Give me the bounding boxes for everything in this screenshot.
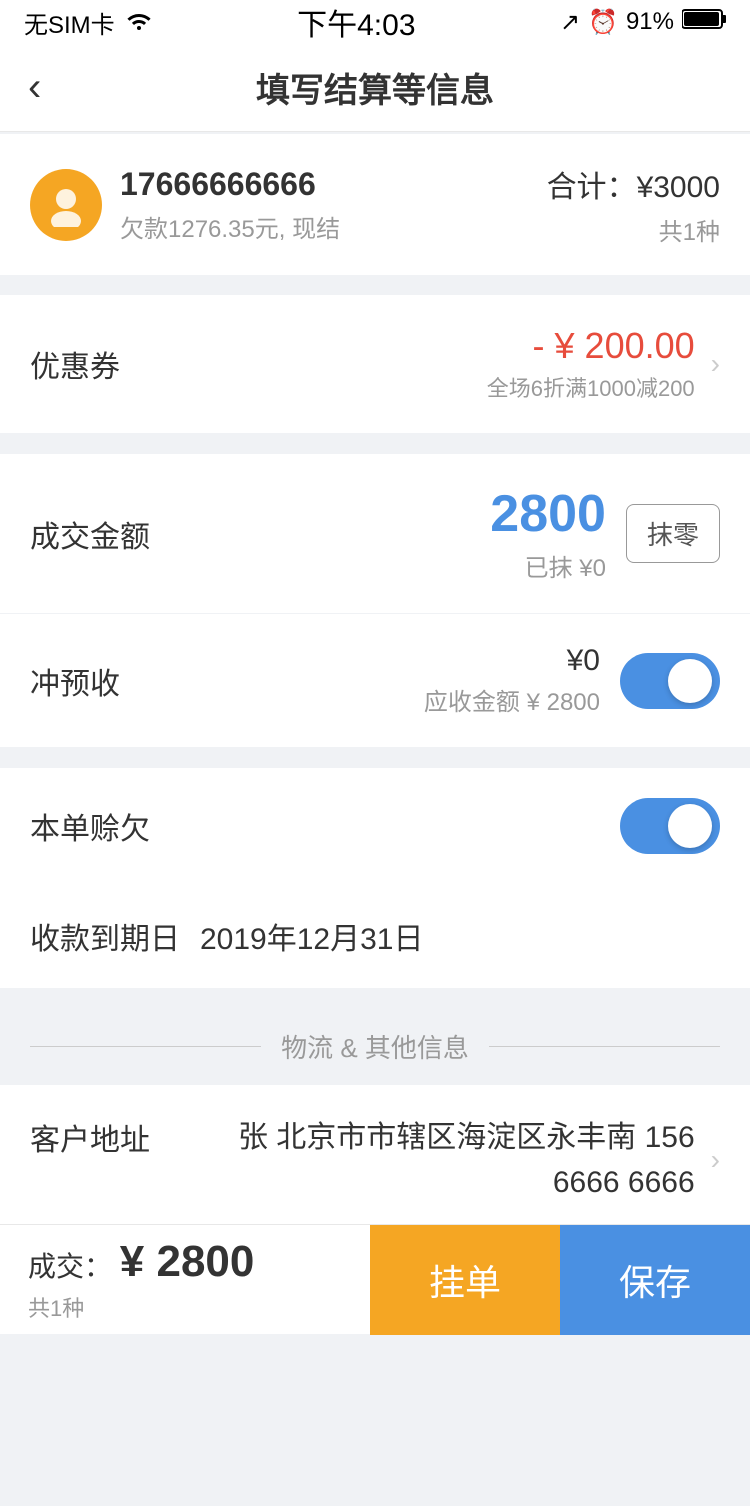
coupon-label: 优惠券 [30, 342, 120, 386]
coupon-desc: 全场6折满1000减200 [487, 371, 695, 403]
prepay-right: ¥0 应收金额 ¥ 2800 [424, 644, 720, 717]
footer-spacer [0, 1396, 750, 1506]
prepay-amount-wrap: ¥0 应收金额 ¥ 2800 [424, 644, 600, 717]
status-right: ↗ ⏰ 91% [560, 8, 726, 37]
divider-2 [0, 434, 750, 454]
prepay-toggle-knob [668, 659, 712, 703]
duedate-value: 2019年12月31日 [200, 914, 423, 958]
carrier-text: 无SIM卡 [24, 5, 115, 40]
divider-1 [0, 275, 750, 295]
status-left: 无SIM卡 [24, 5, 153, 40]
prepay-receivable: 应收金额 ¥ 2800 [424, 682, 600, 717]
location-icon: ↗ [560, 8, 580, 37]
total-count: 共1种 [547, 212, 720, 247]
divider-4 [0, 988, 750, 1008]
logistics-line-left [30, 1046, 261, 1047]
logistics-line-right [489, 1046, 720, 1047]
coupon-info: - ¥ 200.00 全场6折满1000减200 [487, 325, 695, 403]
customer-total: 合计：¥3000 共1种 [547, 162, 720, 247]
alarm-icon: ⏰ [588, 8, 618, 37]
avatar [30, 169, 102, 241]
deal-erased: 已抹 ¥0 [490, 548, 606, 583]
footer-deal-amount: ¥ 2800 [120, 1237, 255, 1286]
page-title: 填写结算等信息 [256, 63, 494, 112]
footer-count: 共1种 [28, 1291, 342, 1323]
prepay-label: 冲预收 [30, 659, 120, 703]
deal-amount-row: 成交金额 2800 已抹 ¥0 抹零 [0, 454, 750, 614]
wifi-icon [125, 8, 153, 37]
battery-text: 91% [626, 8, 674, 36]
debt-toggle-knob [668, 804, 712, 848]
customer-left: 17666666666 欠款1276.35元, 现结 [30, 166, 340, 244]
nav-bar: ‹ 填写结算等信息 [0, 44, 750, 132]
round-zero-button[interactable]: 抹零 [626, 504, 720, 563]
prepay-amount: ¥0 [424, 644, 600, 678]
deal-amount-label: 成交金额 [30, 512, 150, 556]
deal-amount-wrap: 2800 已抹 ¥0 [490, 484, 606, 583]
logistics-label: 物流 & 其他信息 [281, 1028, 469, 1065]
customer-phone: 17666666666 [120, 166, 340, 203]
footer-info: 成交： ¥ 2800 共1种 [0, 1237, 370, 1323]
status-time: 下午4:03 [297, 0, 415, 44]
customer-debt: 欠款1276.35元, 现结 [120, 209, 340, 244]
customer-card: 17666666666 欠款1276.35元, 现结 合计：¥3000 共1种 [0, 134, 750, 275]
logistics-header: 物流 & 其他信息 [0, 1008, 750, 1085]
chevron-right-icon: › [711, 348, 720, 380]
duedate-row: 收款到期日 2019年12月31日 [0, 884, 750, 988]
coupon-right: - ¥ 200.00 全场6折满1000减200 › [487, 325, 720, 403]
footer: 成交： ¥ 2800 共1种 挂单 保存 [0, 1224, 750, 1334]
debt-label: 本单赊欠 [30, 804, 150, 848]
total-amount: 合计：¥3000 [547, 162, 720, 206]
debt-row: 本单赊欠 [0, 768, 750, 884]
address-label: 客户地址 [30, 1115, 150, 1159]
address-chevron-icon: › [711, 1144, 720, 1176]
prepay-row: 冲预收 ¥0 应收金额 ¥ 2800 [0, 614, 750, 748]
save-button[interactable]: 保存 [560, 1225, 750, 1335]
footer-deal-label: 成交： [28, 1251, 112, 1282]
battery-icon [682, 8, 726, 37]
status-bar: 无SIM卡 下午4:03 ↗ ⏰ 91% [0, 0, 750, 44]
coupon-discount: - ¥ 200.00 [487, 325, 695, 367]
address-value: 张 北京市市辖区海淀区永丰南 156 6666 6666 [166, 1115, 695, 1205]
debt-toggle[interactable] [620, 798, 720, 854]
footer-deal-line: 成交： ¥ 2800 [28, 1237, 342, 1287]
coupon-row[interactable]: 优惠券 - ¥ 200.00 全场6折满1000减200 › [0, 295, 750, 434]
prepay-toggle[interactable] [620, 653, 720, 709]
deal-amount-value[interactable]: 2800 [490, 484, 606, 544]
deal-amount-right: 2800 已抹 ¥0 抹零 [490, 484, 720, 583]
address-row[interactable]: 客户地址 张 北京市市辖区海淀区永丰南 156 6666 6666 › [0, 1085, 750, 1236]
hang-button[interactable]: 挂单 [370, 1225, 560, 1335]
back-button[interactable]: ‹ [28, 65, 41, 110]
duedate-label: 收款到期日 [30, 914, 180, 958]
divider-3 [0, 748, 750, 768]
customer-info: 17666666666 欠款1276.35元, 现结 [120, 166, 340, 244]
